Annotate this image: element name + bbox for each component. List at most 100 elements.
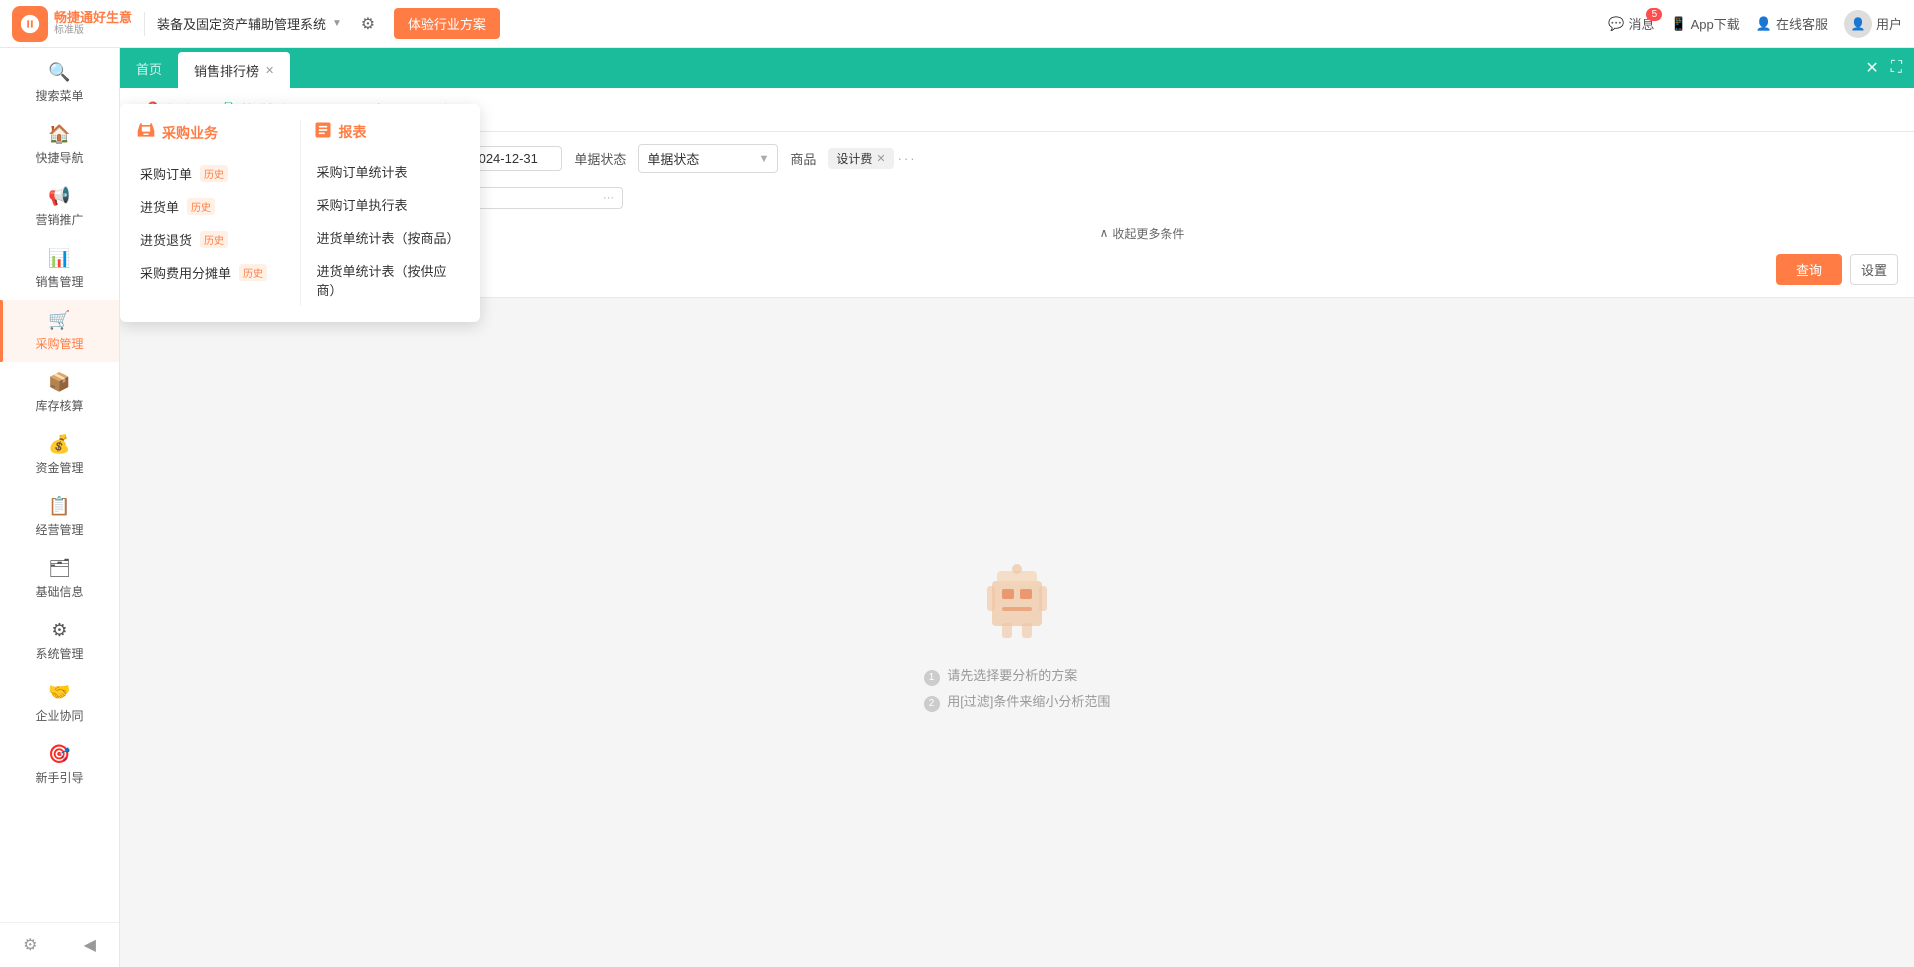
tab-right-actions: ✕ ⛶ [1861, 54, 1906, 82]
empty-hint1: 1 请先选择要分析的方案 [924, 663, 1111, 689]
logo-text: 畅捷通好生意 标准版 [54, 10, 132, 38]
sales-icon: 📊 [48, 248, 70, 269]
sidebar-settings-btn[interactable]: ⚙ [23, 935, 37, 955]
purchase-icon: 🛒 [48, 310, 70, 331]
logo-line1: 畅捷通好生意 [54, 10, 132, 26]
active-indicator [0, 300, 3, 362]
history-badge-2: 历史 [200, 231, 228, 248]
logo-line2: 标准版 [54, 25, 132, 37]
top-right: 💬 消息 5 📱 App下载 👤 在线客服 👤 用户 [1608, 10, 1902, 38]
history-badge-1: 历史 [187, 198, 215, 215]
message-btn[interactable]: 💬 消息 5 [1608, 14, 1654, 33]
tab-home[interactable]: 首页 [120, 48, 178, 88]
search-button[interactable]: 查询 [1776, 254, 1842, 285]
user-avatar: 👤 [1844, 10, 1872, 38]
goods-label: 商品 [790, 149, 816, 168]
dropdown-item-report-receipt-supplier[interactable]: 进货单统计表（按供应商） [313, 254, 465, 306]
goods-tag: 设计费 ✕ [828, 148, 893, 169]
logo-icon [12, 6, 48, 42]
system-name[interactable]: 装备及固定资产辅助管理系统 ▼ [157, 14, 342, 33]
sidebar-item-newbie[interactable]: 🎯 新手引导 [0, 734, 119, 796]
dropdown-col-purchase: 采购业务 采购订单 历史 进货单 历史 进货退货 历史 [136, 120, 288, 306]
sidebar-item-marketing[interactable]: 📢 营销推广 [0, 176, 119, 238]
enterprise-icon: 🤝 [48, 682, 70, 703]
sidebar-item-quick[interactable]: 🏠 快捷导航 [0, 114, 119, 176]
dropdown-item-report-order-stat[interactable]: 采购订单统计表 [313, 155, 465, 188]
mobile-icon: 📱 [1670, 16, 1686, 32]
dropdown-item-purchase-expense[interactable]: 采购费用分摊单 历史 [136, 256, 288, 289]
sidebar: 🔍 搜索菜单 🏠 快捷导航 📢 营销推广 📊 销售管理 🛒 采购管理 � [0, 48, 120, 967]
dropdown-col2-title: 报表 [313, 120, 465, 143]
tab-close-all-btn[interactable]: ✕ [1861, 54, 1882, 82]
status-select[interactable]: 单据状态 ▼ [638, 144, 778, 173]
finance-icon: 💰 [48, 434, 70, 455]
sidebar-item-inventory[interactable]: 📦 库存核算 [0, 362, 119, 424]
content-area: 首页 销售排行榜 ✕ ✕ ⛶ ❓ 帮助 🖨 [120, 48, 1914, 967]
top-bar: 畅捷通好生意 标准版 装备及固定资产辅助管理系统 ▼ ⚙ 体验行业方案 💬 消息… [0, 0, 1914, 48]
marketing-icon: 📢 [48, 186, 70, 207]
goods-tag-close[interactable]: ✕ [876, 152, 885, 165]
basic-icon: 🗂 [48, 558, 71, 579]
sidebar-collapse-btn[interactable]: ◀ [84, 935, 96, 955]
sidebar-item-basic[interactable]: 🗂 基础信息 [0, 548, 119, 610]
sidebar-item-sales[interactable]: 📊 销售管理 [0, 238, 119, 300]
goods-more-dots[interactable]: ··· [898, 151, 917, 166]
settings-small-button[interactable]: 设置 [1850, 254, 1898, 285]
newbie-icon: 🎯 [48, 744, 70, 765]
dropdown-divider [300, 120, 301, 306]
message-icon: 💬 [1608, 16, 1624, 32]
collapse-icon: ∧ [1100, 226, 1109, 240]
purchase-dropdown-menu: 采购业务 采购订单 历史 进货单 历史 进货退货 历史 [120, 104, 480, 322]
main-body: 🔍 搜索菜单 🏠 快捷导航 📢 营销推广 📊 销售管理 🛒 采购管理 � [0, 48, 1914, 967]
tab-sales-rank[interactable]: 销售排行榜 ✕ [178, 52, 290, 88]
dropdown-col-report: 报表 采购订单统计表 采购订单执行表 进货单统计表（按商品） 进货单统计表（按供… [313, 120, 465, 306]
dropdown-col1-title: 采购业务 [136, 120, 288, 145]
tab-close-icon[interactable]: ✕ [265, 64, 274, 77]
service-icon: 👤 [1756, 16, 1772, 32]
topbar-settings-btn[interactable]: ⚙ [354, 10, 382, 38]
sidebar-item-purchase[interactable]: 🛒 采购管理 [0, 300, 119, 362]
app-container: 畅捷通好生意 标准版 装备及固定资产辅助管理系统 ▼ ⚙ 体验行业方案 💬 消息… [0, 0, 1914, 967]
goods-area: 设计费 ✕ ··· [828, 148, 916, 169]
user-area[interactable]: 👤 用户 [1844, 10, 1902, 38]
dropdown-item-report-order-exec[interactable]: 采购订单执行表 [313, 188, 465, 221]
history-badge-3: 历史 [239, 264, 267, 281]
operation-icon: 📋 [48, 496, 70, 517]
history-badge-0: 历史 [200, 165, 228, 182]
home-icon: 🏠 [48, 124, 70, 145]
status-label: 单据状态 [574, 149, 626, 168]
sidebar-item-enterprise[interactable]: 🤝 企业协同 [0, 672, 119, 734]
top-divider [144, 12, 145, 36]
app-download-btn[interactable]: 📱 App下载 [1670, 14, 1739, 33]
sidebar-item-finance[interactable]: 💰 资金管理 [0, 424, 119, 486]
system-icon: ⚙ [51, 620, 67, 641]
dropdown-item-purchase-order[interactable]: 采购订单 历史 [136, 157, 288, 190]
message-badge: 5 [1646, 8, 1662, 21]
robot-illustration [967, 551, 1067, 651]
empty-hint2: 2 用[过滤]条件来缩小分析范围 [924, 689, 1111, 715]
empty-state: 1 请先选择要分析的方案 2 用[过滤]条件来缩小分析范围 [120, 298, 1914, 967]
dropdown-item-purchase-return[interactable]: 进货退货 历史 [136, 223, 288, 256]
dropdown-item-report-receipt-goods[interactable]: 进货单统计表（按商品） [313, 221, 465, 254]
system-name-arrow: ▼ [332, 18, 342, 29]
sidebar-item-search[interactable]: 🔍 搜索菜单 [0, 52, 119, 114]
tab-sales-rank-label: 销售排行榜 [194, 61, 259, 80]
tab-maximize-btn[interactable]: ⛶ [1887, 55, 1906, 81]
purchase-col-icon [136, 120, 156, 145]
industry-button[interactable]: 体验行业方案 [394, 8, 500, 39]
empty-illustration [967, 551, 1067, 651]
status-select-arrow: ▼ [758, 153, 769, 165]
collapse-btn[interactable]: ∧ 收起更多条件 [1100, 225, 1185, 242]
inventory-icon: 📦 [48, 372, 70, 393]
search-icon: 🔍 [48, 62, 70, 83]
tab-home-label: 首页 [136, 59, 162, 78]
logo-svg [19, 13, 41, 35]
empty-text: 1 请先选择要分析的方案 2 用[过滤]条件来缩小分析范围 [924, 663, 1111, 715]
sidebar-item-system[interactable]: ⚙ 系统管理 [0, 610, 119, 672]
report-col-icon [313, 120, 333, 143]
sidebar-bottom: ⚙ ◀ [0, 922, 119, 967]
tab-bar: 首页 销售排行榜 ✕ ✕ ⛶ [120, 48, 1914, 88]
dropdown-item-purchase-receipt[interactable]: 进货单 历史 [136, 190, 288, 223]
online-service-btn[interactable]: 👤 在线客服 [1756, 14, 1828, 33]
sidebar-item-operation[interactable]: 📋 经营管理 [0, 486, 119, 548]
